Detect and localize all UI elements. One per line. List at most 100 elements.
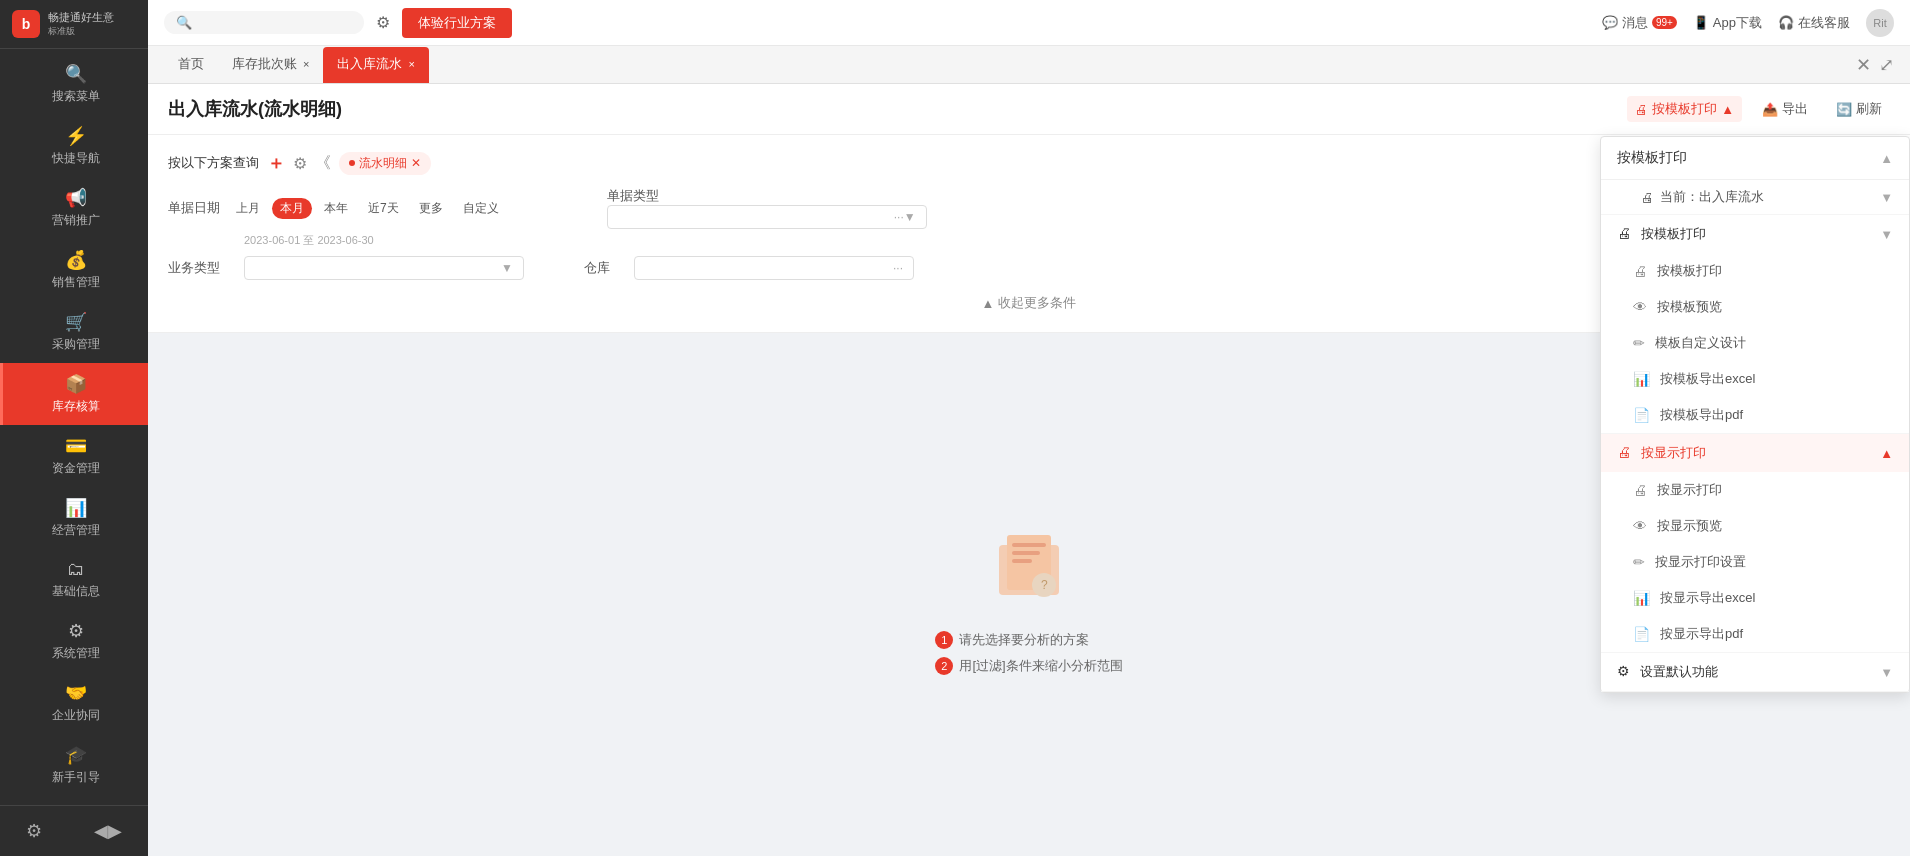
template-item-按模板导出excel[interactable]: 📊按模板导出excel [1601,361,1909,397]
sidebar-item-system[interactable]: ⚙系统管理 [0,610,148,672]
display-item-按显示预览[interactable]: 👁按显示预览 [1601,508,1909,544]
topbar-gear-icon[interactable]: ⚙ [376,13,390,32]
sidebar-item-purchase[interactable]: 🛒采购管理 [0,301,148,363]
date-tab-本月[interactable]: 本月 [272,198,312,219]
date-tab-自定义[interactable]: 自定义 [455,198,507,219]
template-item-label: 模板自定义设计 [1655,334,1746,352]
sidebar-item-search[interactable]: 🔍搜索菜单 [0,53,148,115]
sidebar-item-finance[interactable]: 💳资金管理 [0,425,148,487]
basic-icon: 🗂 [67,559,85,580]
bill-type-arrow-icon: ▼ [904,210,916,224]
app-download-label: App下载 [1713,14,1762,32]
sidebar-label-shortcut: 快捷导航 [52,150,100,167]
sidebar-item-sales[interactable]: 💰销售管理 [0,239,148,301]
business-type-select[interactable]: ▼ [244,256,524,280]
sidebar-item-collab[interactable]: 🤝企业协同 [0,672,148,734]
dropdown-current-section: 🖨 当前：出入库流水 ▼ [1601,180,1909,215]
flow-tag-close[interactable]: ✕ [411,156,421,170]
sidebar-label-guide: 新手引导 [52,769,100,786]
filter-collapse-button[interactable]: 《 [315,153,331,174]
template-item-label: 按模板导出excel [1660,370,1755,388]
display-item-icon: ✏ [1633,554,1645,570]
tab-home[interactable]: 首页 [164,47,218,83]
export-button[interactable]: 📤 导出 [1754,96,1816,122]
sidebar-item-marketing[interactable]: 📢营销推广 [0,177,148,239]
tab-expand[interactable]: ⤢ [1879,54,1894,76]
date-tabs: 上月本月本年近7天更多自定义 [228,198,507,219]
tab-flow-close[interactable]: × [408,58,414,70]
empty-hint-steps: 1 请先选择要分析的方案 2 用[过滤]条件来缩小分析范围 [935,631,1122,675]
template-item-按模板打印[interactable]: 🖨按模板打印 [1601,253,1909,289]
business-type-arrow-icon: ▼ [501,261,513,275]
user-avatar[interactable]: Rit [1866,9,1894,37]
template-item-按模板预览[interactable]: 👁按模板预览 [1601,289,1909,325]
template-item-icon: 👁 [1633,299,1647,315]
date-tab-本年[interactable]: 本年 [316,198,356,219]
display-section-icon: 🖨 [1617,444,1631,460]
current-label-text: 当前：出入库流水 [1660,188,1764,206]
filter-add-button[interactable]: ＋ [267,151,285,175]
sidebar-settings-btn[interactable]: ⚙ [18,816,50,846]
sidebar-item-shortcut[interactable]: ⚡快捷导航 [0,115,148,177]
purchase-icon: 🛒 [65,311,87,333]
message-label: 消息 [1622,14,1648,32]
tab-batch[interactable]: 库存批次账 × [218,47,323,83]
sidebar-item-inventory[interactable]: 📦库存核算 [0,363,148,425]
page-header: 出入库流水(流水明细) 🖨 按模板打印 ▲ 📤 导出 🔄 刷新 [148,84,1910,135]
sidebar-label-search: 搜索菜单 [52,88,100,105]
online-service-button[interactable]: 🎧 在线客服 [1778,14,1850,32]
display-item-按显示打印[interactable]: 🖨按显示打印 [1601,472,1909,508]
inventory-icon: 📦 [65,373,87,395]
template-item-模板自定义设计[interactable]: ✏模板自定义设计 [1601,325,1909,361]
date-tab-上月[interactable]: 上月 [228,198,268,219]
message-button[interactable]: 💬 消息 99+ [1602,14,1677,32]
bill-type-select[interactable]: ··· ▼ [607,205,927,229]
settings-section-header[interactable]: ⚙ 设置默认功能 ▼ [1601,653,1909,691]
tab-flow[interactable]: 出入库流水 × [323,47,428,83]
sidebar-logo: b 畅捷通好生意 标准版 [0,0,148,49]
template-item-按模板导出pdf[interactable]: 📄按模板导出pdf [1601,397,1909,433]
logo-name: 畅捷通好生意 [48,10,114,24]
tab-batch-close[interactable]: × [303,58,309,70]
trial-button[interactable]: 体验行业方案 [402,8,512,38]
main-area: 🔍 ⚙ 体验行业方案 💬 消息 99+ 📱 App下载 🎧 在线客服 Rit 首… [148,0,1910,856]
sidebar-item-operation[interactable]: 📊经营管理 [0,487,148,549]
dropdown-header-arrow[interactable]: ▲ [1880,151,1893,166]
filter-settings-button[interactable]: ⚙ [293,154,307,173]
page-title: 出入库流水(流水明细) [168,97,342,133]
topbar: 🔍 ⚙ 体验行业方案 💬 消息 99+ 📱 App下载 🎧 在线客服 Rit [148,0,1910,46]
settings-section-icon: ⚙ [1617,663,1630,679]
display-item-按显示打印设置[interactable]: ✏按显示打印设置 [1601,544,1909,580]
svg-text:?: ? [1041,578,1048,592]
date-tab-近7天[interactable]: 近7天 [360,198,407,219]
sidebar-label-sales: 销售管理 [52,274,100,291]
step-1-number: 1 [935,631,953,649]
print-template-button[interactable]: 🖨 按模板打印 ▲ [1627,96,1742,122]
sidebar-item-guide[interactable]: 🎓新手引导 [0,734,148,796]
display-item-按显示导出excel[interactable]: 📊按显示导出excel [1601,580,1909,616]
collapse-up-icon: ▲ [982,296,995,311]
display-section-header[interactable]: 🖨 按显示打印 ▲ [1601,434,1909,472]
sidebar-menu-btn[interactable]: ◀▶ [86,816,130,846]
tab-close-all[interactable]: ✕ [1856,54,1871,76]
sidebar-label-operation: 经营管理 [52,522,100,539]
warehouse-more-icon: ··· [893,261,903,275]
date-tab-更多[interactable]: 更多 [411,198,451,219]
current-item[interactable]: 🖨 当前：出入库流水 ▼ [1601,180,1909,214]
warehouse-select[interactable]: ··· [634,256,914,280]
template-section-header[interactable]: 🖨 按模板打印 ▼ [1601,215,1909,253]
display-item-按显示导出pdf[interactable]: 📄按显示导出pdf [1601,616,1909,652]
template-section-label: 按模板打印 [1641,226,1706,241]
print-template-label: 按模板打印 [1652,100,1717,118]
filter-label: 按以下方案查询 [168,154,259,172]
app-download-button[interactable]: 📱 App下载 [1693,14,1762,32]
sidebar-item-basic[interactable]: 🗂基础信息 [0,549,148,610]
topbar-search-box[interactable]: 🔍 [164,11,364,34]
warehouse-field: 仓库 ··· [584,256,914,280]
refresh-button[interactable]: 🔄 刷新 [1828,96,1890,122]
sidebar-item-apps[interactable]: 🔲应用中心 [0,796,148,805]
tab-batch-label: 库存批次账 [232,55,297,73]
export-icon: 📤 [1762,102,1778,117]
search-input[interactable] [198,16,338,30]
empty-state-icon: ? [979,515,1079,615]
